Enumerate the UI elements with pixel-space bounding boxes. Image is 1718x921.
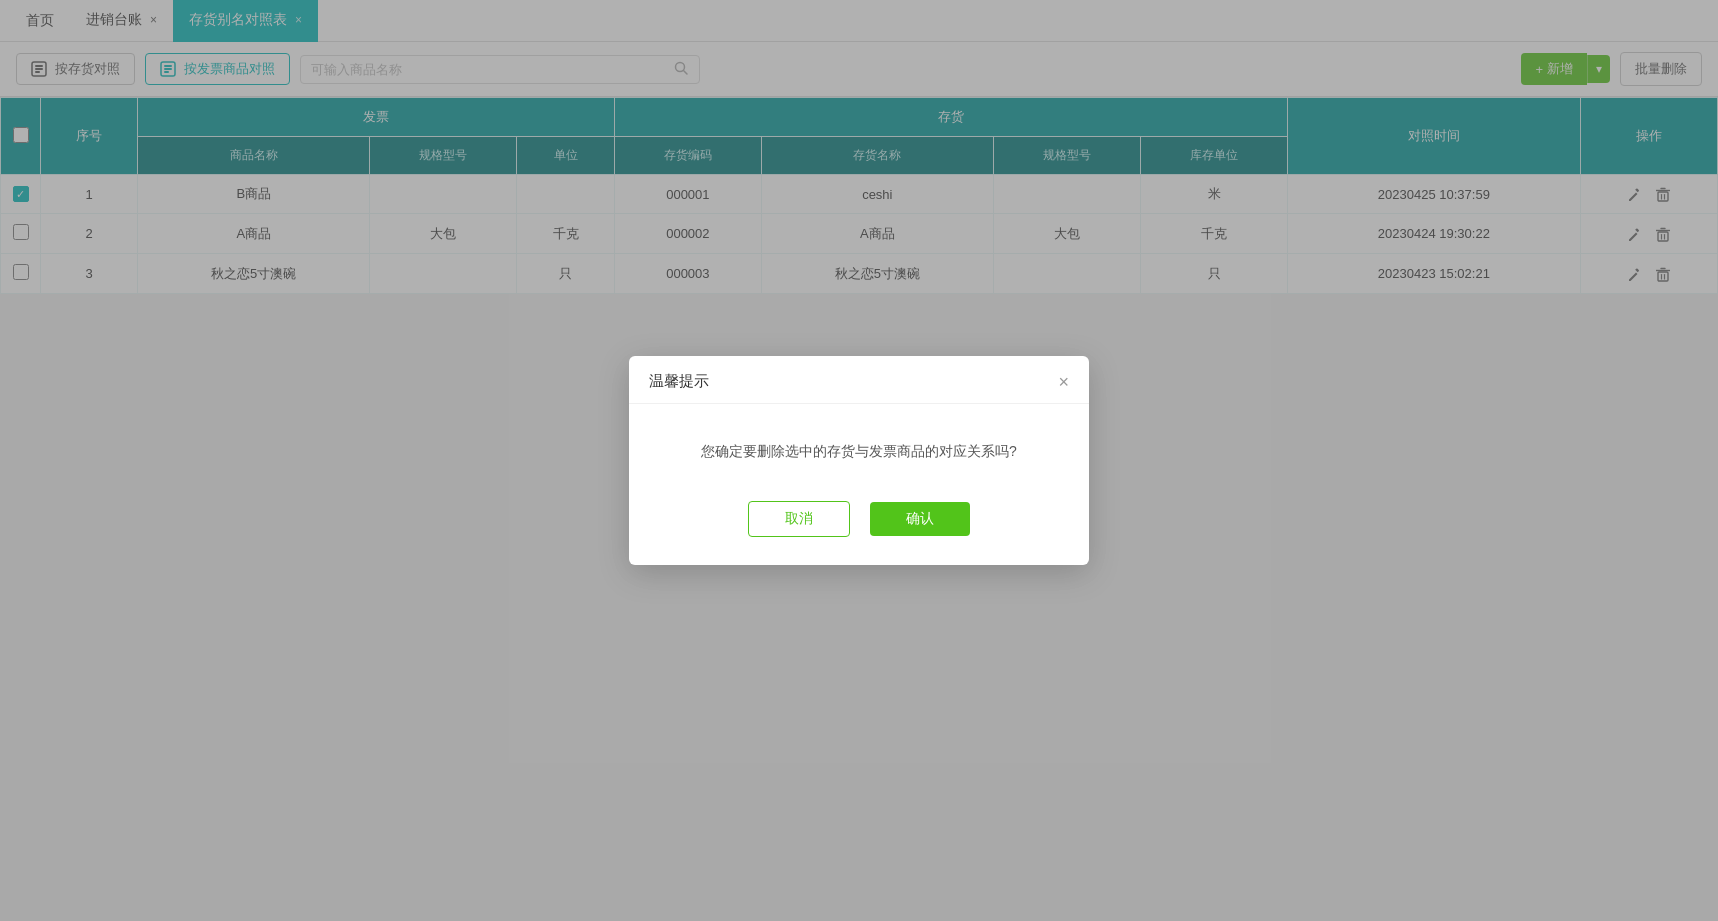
dialog-header: 温馨提示 × <box>629 356 1089 404</box>
btn-confirm[interactable]: 确认 <box>870 502 970 536</box>
dialog-body: 您确定要删除选中的存货与发票商品的对应关系吗? <box>629 404 1089 490</box>
overlay: 温馨提示 × 您确定要删除选中的存货与发票商品的对应关系吗? 取消 确认 <box>0 0 1718 921</box>
dialog-message: 您确定要删除选中的存货与发票商品的对应关系吗? <box>701 443 1017 459</box>
dialog-title: 温馨提示 <box>649 372 709 391</box>
dialog: 温馨提示 × 您确定要删除选中的存货与发票商品的对应关系吗? 取消 确认 <box>629 356 1089 564</box>
dialog-footer: 取消 确认 <box>629 491 1089 565</box>
btn-cancel[interactable]: 取消 <box>748 501 850 537</box>
dialog-close-icon[interactable]: × <box>1058 373 1069 391</box>
